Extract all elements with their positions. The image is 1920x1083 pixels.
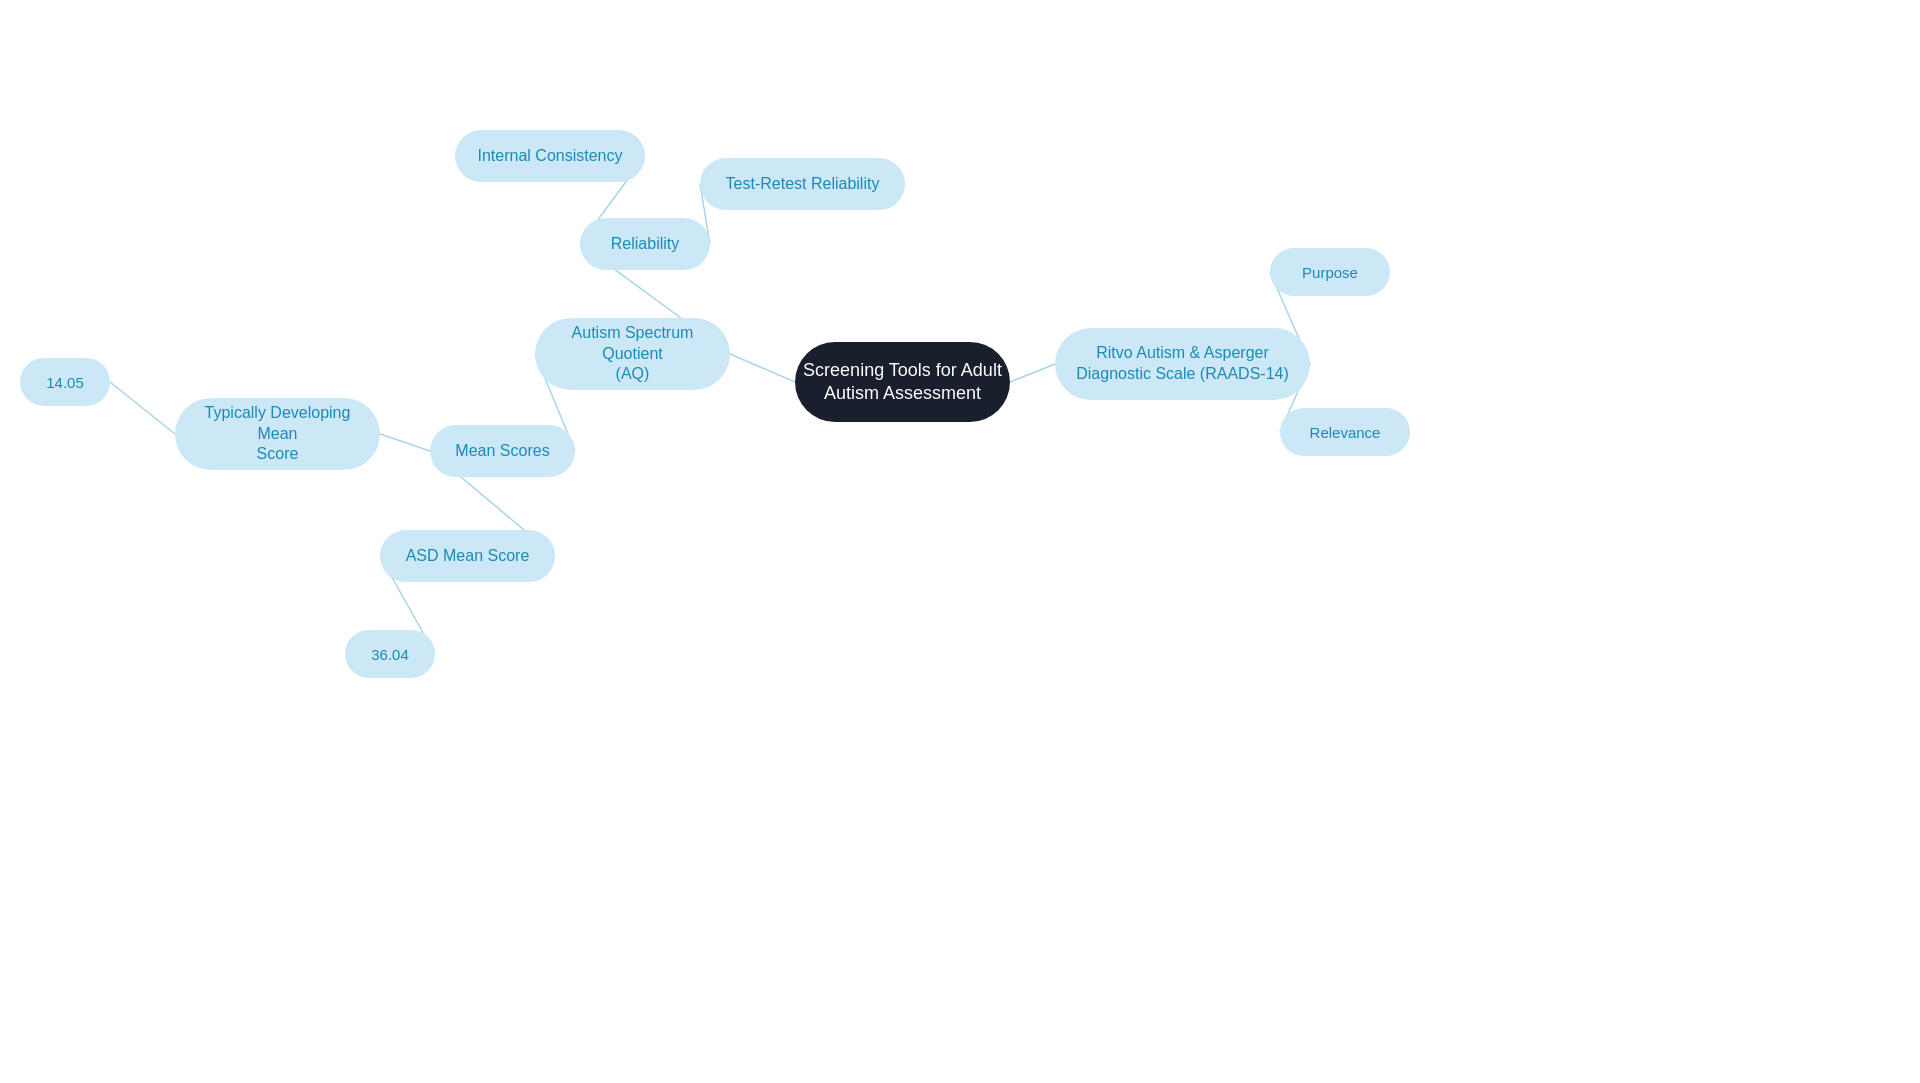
mind-map-canvas: [0, 0, 1920, 1083]
mean-scores-label: Mean Scores: [455, 442, 549, 460]
central-node[interactable]: Screening Tools for Adult Autism Assessm…: [795, 342, 1010, 422]
value-1405-label: 14.05: [46, 374, 84, 391]
svg-line-6: [380, 434, 430, 451]
autism-spectrum-quotient-node[interactable]: Autism Spectrum Quotient (AQ): [535, 318, 730, 390]
aq-label: Autism Spectrum Quotient (AQ): [553, 323, 712, 385]
purpose-node[interactable]: Purpose: [1270, 248, 1390, 296]
asd-mean-score-node[interactable]: ASD Mean Score: [380, 530, 555, 582]
relevance-label: Relevance: [1310, 424, 1381, 441]
typically-developing-label: Typically Developing Mean Score: [193, 403, 362, 465]
svg-line-0: [730, 354, 795, 382]
svg-line-1: [1010, 364, 1055, 382]
internal-consistency-label: Internal Consistency: [478, 147, 623, 165]
test-retest-node[interactable]: Test-Retest Reliability: [700, 158, 905, 210]
typically-developing-node[interactable]: Typically Developing Mean Score: [175, 398, 380, 470]
reliability-label: Reliability: [611, 235, 679, 253]
asd-mean-score-label: ASD Mean Score: [406, 547, 530, 565]
mean-scores-node[interactable]: Mean Scores: [430, 425, 575, 477]
value-1405-node[interactable]: 14.05: [20, 358, 110, 406]
test-retest-label: Test-Retest Reliability: [726, 175, 880, 193]
value-3604-node[interactable]: 36.04: [345, 630, 435, 678]
purpose-label: Purpose: [1302, 264, 1358, 281]
value-3604-label: 36.04: [371, 646, 409, 663]
relevance-node[interactable]: Relevance: [1280, 408, 1410, 456]
raads14-node[interactable]: Ritvo Autism & Asperger Diagnostic Scale…: [1055, 328, 1310, 400]
central-node-label: Screening Tools for Adult Autism Assessm…: [803, 359, 1002, 406]
internal-consistency-node[interactable]: Internal Consistency: [455, 130, 645, 182]
raads14-label: Ritvo Autism & Asperger Diagnostic Scale…: [1076, 343, 1289, 385]
svg-line-8: [110, 382, 175, 434]
reliability-node[interactable]: Reliability: [580, 218, 710, 270]
